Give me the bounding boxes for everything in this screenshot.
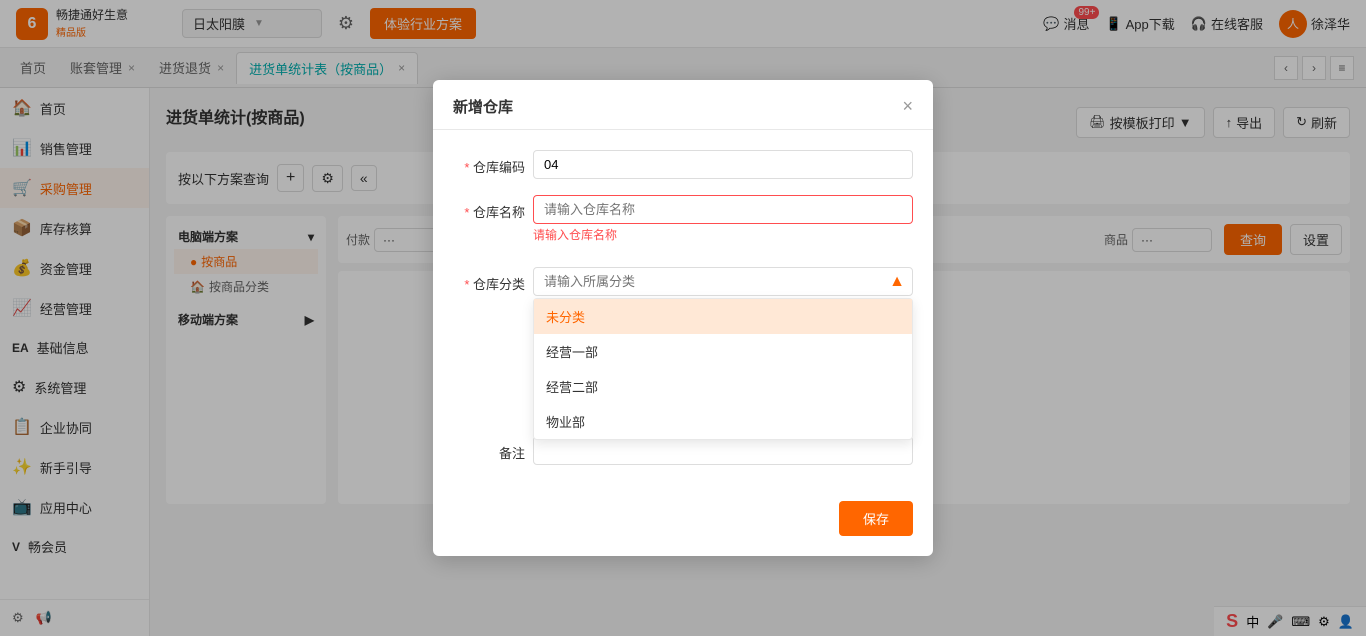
warehouse-name-input[interactable] bbox=[533, 195, 913, 224]
warehouse-code-row: 仓库编码 bbox=[453, 150, 913, 179]
modal-body: 仓库编码 仓库名称 请输入仓库名称 仓库分类 ▲ 未分类 bbox=[433, 130, 933, 501]
option-dept1[interactable]: 经营一部 bbox=[534, 334, 912, 369]
name-label: 仓库名称 bbox=[453, 195, 533, 221]
option-uncategorized[interactable]: 未分类 bbox=[534, 299, 912, 334]
name-error-msg: 请输入仓库名称 bbox=[533, 226, 913, 243]
modal-close-button[interactable]: × bbox=[902, 96, 913, 117]
category-dropdown-wrapper: ▲ 未分类 经营一部 经营二部 物业部 bbox=[533, 267, 913, 296]
modal-overlay[interactable]: 新增仓库 × 仓库编码 仓库名称 请输入仓库名称 仓库分类 bbox=[0, 0, 1366, 636]
category-dropdown-list: 未分类 经营一部 经营二部 物业部 bbox=[533, 298, 913, 440]
save-button[interactable]: 保存 bbox=[839, 501, 913, 536]
warehouse-name-row: 仓库名称 请输入仓库名称 bbox=[453, 195, 913, 243]
chevron-up-icon[interactable]: ▲ bbox=[889, 273, 905, 291]
add-warehouse-modal: 新增仓库 × 仓库编码 仓库名称 请输入仓库名称 仓库分类 bbox=[433, 80, 933, 556]
option-dept2[interactable]: 经营二部 bbox=[534, 369, 912, 404]
category-label: 仓库分类 bbox=[453, 267, 533, 293]
warehouse-notes-input[interactable] bbox=[533, 436, 913, 465]
name-field-wrapper: 请输入仓库名称 bbox=[533, 195, 913, 243]
modal-title: 新增仓库 bbox=[453, 96, 513, 117]
modal-header: 新增仓库 × bbox=[433, 80, 933, 130]
modal-footer: 保存 bbox=[433, 501, 933, 536]
code-label: 仓库编码 bbox=[453, 150, 533, 176]
warehouse-code-input[interactable] bbox=[533, 150, 913, 179]
option-property[interactable]: 物业部 bbox=[534, 404, 912, 439]
warehouse-category-row: 仓库分类 ▲ 未分类 经营一部 经营二部 物业部 bbox=[453, 267, 913, 296]
warehouse-notes-row: 备注 bbox=[453, 436, 913, 465]
category-input[interactable] bbox=[533, 267, 913, 296]
notes-label: 备注 bbox=[453, 436, 533, 462]
